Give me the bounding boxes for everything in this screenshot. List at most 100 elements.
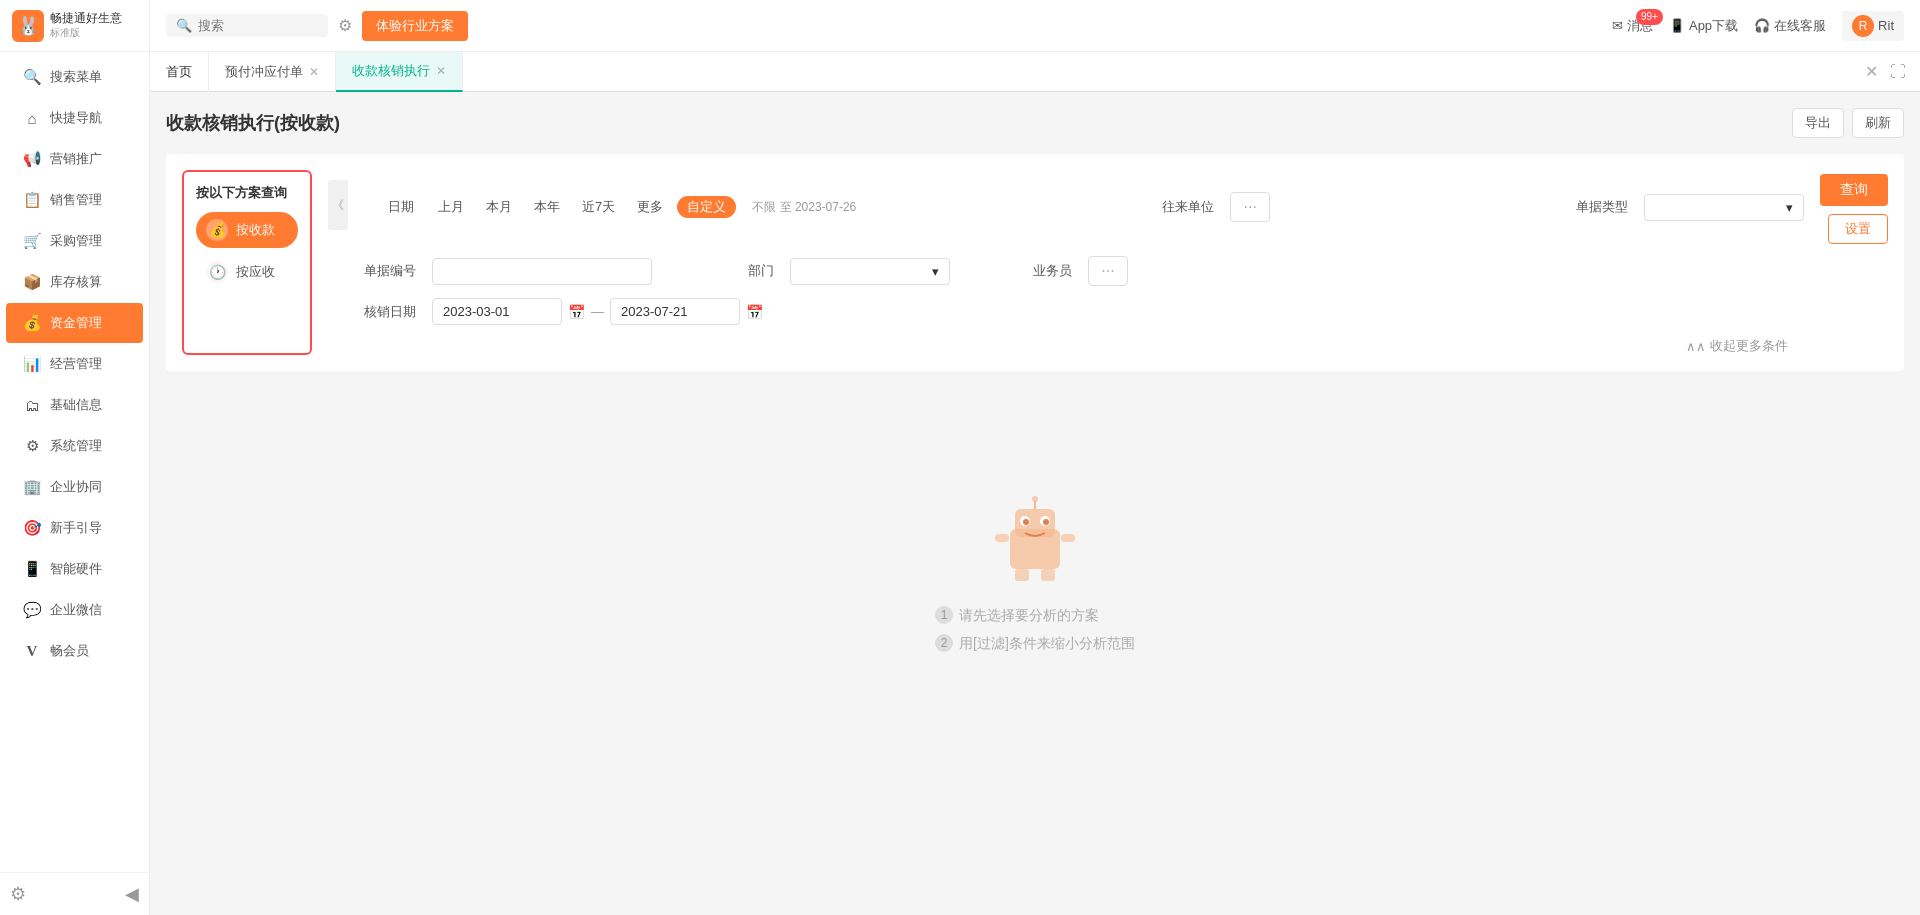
svg-point-4 (1023, 519, 1029, 525)
salesman-input[interactable]: ··· (1088, 256, 1128, 286)
search-topbar-icon: 🔍 (176, 18, 192, 33)
sidebar-item-purchase[interactable]: 🛒 采购管理 (6, 221, 143, 261)
date-tab-more[interactable]: 更多 (629, 196, 671, 218)
verify-date-end-input[interactable] (610, 298, 740, 325)
sidebar-item-enterprise[interactable]: 🏢 企业协同 (6, 467, 143, 507)
filter-actions: 查询 设置 (1820, 170, 1888, 244)
sidebar-item-hardware[interactable]: 📱 智能硬件 (6, 549, 143, 589)
collapse-more-label: 收起更多条件 (1710, 337, 1788, 355)
tip-item-1: 1 请先选择要分析的方案 (935, 601, 1135, 629)
sidebar-item-system[interactable]: ⚙ 系统管理 (6, 426, 143, 466)
date-tab-7days[interactable]: 近7天 (574, 196, 623, 218)
content-area: 收款核销执行(按收款) 导出 刷新 按以下方案查询 💰 按收款 🕐 按应收 (150, 92, 1920, 915)
sidebar-item-search[interactable]: 🔍 搜索菜单 (6, 57, 143, 97)
tab-home[interactable]: 首页 (150, 52, 209, 92)
verify-date-label: 核销日期 (364, 303, 416, 321)
system-icon: ⚙ (22, 436, 42, 456)
page-title: 收款核销执行(按收款) (166, 111, 340, 135)
tab-close-all-icon[interactable]: ✕ (1861, 58, 1882, 85)
filter-form: 日期 上月 本月 本年 近7天 更多 自定义 不限 至 2023-07-26 往… (364, 170, 1888, 355)
filter-sidebar-title: 按以下方案查询 (196, 184, 298, 202)
sidebar-item-finance[interactable]: 💰 资金管理 (6, 303, 143, 343)
tab-prepay-close[interactable]: ✕ (309, 65, 319, 79)
search-input[interactable] (198, 18, 318, 33)
topbar: 🔍 ⚙ 体验行业方案 ✉ 消息 99+ 📱 App下载 🎧 在线客服 R Rit (150, 0, 1920, 52)
wechat-icon: 💬 (22, 600, 42, 620)
collapse-sidebar-icon[interactable]: ◀ (125, 883, 139, 905)
service-icon: 🎧 (1754, 18, 1770, 33)
doctype-select[interactable]: ▾ (1644, 194, 1804, 221)
collapse-filter-btn[interactable]: 《 (328, 180, 348, 230)
online-service-btn[interactable]: 🎧 在线客服 (1754, 17, 1826, 35)
search-icon: 🔍 (22, 67, 42, 87)
cal-end-icon[interactable]: 📅 (746, 304, 763, 320)
filter-option-by-receivable[interactable]: 🕐 按应收 (196, 254, 298, 290)
hardware-icon: 📱 (22, 559, 42, 579)
date-label: 日期 (364, 198, 414, 216)
sidebar: 🐰 畅捷通好生意 标准版 🔍 搜索菜单 ⌂ 快捷导航 📢 营销推广 📋 销售管理… (0, 0, 150, 915)
svg-point-5 (1043, 519, 1049, 525)
sidebar-item-vip[interactable]: V 畅会员 (6, 631, 143, 671)
tab-receipt-close[interactable]: ✕ (436, 64, 446, 78)
refresh-button[interactable]: 刷新 (1852, 108, 1904, 138)
sidebar-item-sales[interactable]: 📋 销售管理 (6, 180, 143, 220)
settings-bottom-icon[interactable]: ⚙ (10, 883, 26, 905)
tab-prepay[interactable]: 预付冲应付单 ✕ (209, 52, 336, 92)
docno-input[interactable] (432, 258, 652, 285)
date-tab-lastmonth[interactable]: 上月 (430, 196, 472, 218)
date-tab-custom[interactable]: 自定义 (677, 196, 736, 218)
sidebar-item-newbie[interactable]: 🎯 新手引导 (6, 508, 143, 548)
sidebar-item-label: 销售管理 (50, 191, 102, 209)
user-name: Rit (1878, 18, 1894, 33)
query-button[interactable]: 查询 (1820, 174, 1888, 206)
tab-expand-icon[interactable]: ⛶ (1886, 59, 1910, 85)
date-sep: — (591, 304, 604, 319)
cal-start-icon[interactable]: 📅 (568, 304, 585, 320)
finance-icon: 💰 (22, 313, 42, 333)
doctype-label: 单据类型 (1576, 198, 1628, 216)
logo-icon: 🐰 (12, 10, 44, 42)
sidebar-item-marketing[interactable]: 📢 营销推广 (6, 139, 143, 179)
filter-option-label: 按应收 (236, 263, 275, 281)
collapse-more-btn[interactable]: ∧∧ 收起更多条件 (364, 337, 1788, 355)
dept-select[interactable]: ▾ (790, 258, 950, 285)
message-btn[interactable]: ✉ 消息 99+ (1612, 17, 1653, 35)
main-area: 🔍 ⚙ 体验行业方案 ✉ 消息 99+ 📱 App下载 🎧 在线客服 R Rit (150, 0, 1920, 915)
settings-button[interactable]: 设置 (1828, 214, 1888, 244)
service-label: 在线客服 (1774, 17, 1826, 35)
topbar-search[interactable]: 🔍 (166, 14, 328, 37)
sidebar-item-label: 新手引导 (50, 519, 102, 537)
user-btn[interactable]: R Rit (1842, 11, 1904, 41)
gear-icon[interactable]: ⚙ (338, 16, 352, 35)
export-button[interactable]: 导出 (1792, 108, 1844, 138)
collapse-more-icon: ∧∧ (1686, 339, 1706, 354)
date-tab-thismonth[interactable]: 本月 (478, 196, 520, 218)
verify-date-start-input[interactable] (432, 298, 562, 325)
tab-home-label: 首页 (166, 63, 192, 81)
verify-date-range: 📅 — 📅 (432, 298, 763, 325)
sidebar-item-management[interactable]: 📊 经营管理 (6, 344, 143, 384)
tab-receipt[interactable]: 收款核销执行 ✕ (336, 52, 463, 92)
message-badge: 99+ (1636, 9, 1663, 25)
sidebar-item-inventory[interactable]: 📦 库存核算 (6, 262, 143, 302)
partner-input[interactable]: ··· (1230, 192, 1270, 222)
sidebar-item-label: 资金管理 (50, 314, 102, 332)
svg-rect-11 (1061, 534, 1075, 542)
date-tab-thisyear[interactable]: 本年 (526, 196, 568, 218)
svg-rect-10 (995, 534, 1009, 542)
sidebar-item-basicinfo[interactable]: 🗂 基础信息 (6, 385, 143, 425)
app-icon: 📱 (1669, 18, 1685, 33)
message-icon: ✉ (1612, 18, 1623, 33)
tab-prepay-label: 预付冲应付单 (225, 63, 303, 81)
sidebar-item-wechat[interactable]: 💬 企业微信 (6, 590, 143, 630)
topbar-right: ✉ 消息 99+ 📱 App下载 🎧 在线客服 R Rit (1612, 11, 1904, 41)
filter-row-1: 日期 上月 本月 本年 近7天 更多 自定义 不限 至 2023-07-26 往… (364, 170, 1888, 244)
receivable-option-icon: 🕐 (206, 261, 228, 283)
filter-option-by-receipt[interactable]: 💰 按收款 (196, 212, 298, 248)
sidebar-item-shortcut[interactable]: ⌂ 快捷导航 (6, 98, 143, 138)
management-icon: 📊 (22, 354, 42, 374)
sidebar-item-label: 畅会员 (50, 642, 89, 660)
filter-row-3: 核销日期 📅 — 📅 (364, 298, 1888, 325)
industry-btn[interactable]: 体验行业方案 (362, 11, 468, 41)
app-download-btn[interactable]: 📱 App下载 (1669, 17, 1738, 35)
